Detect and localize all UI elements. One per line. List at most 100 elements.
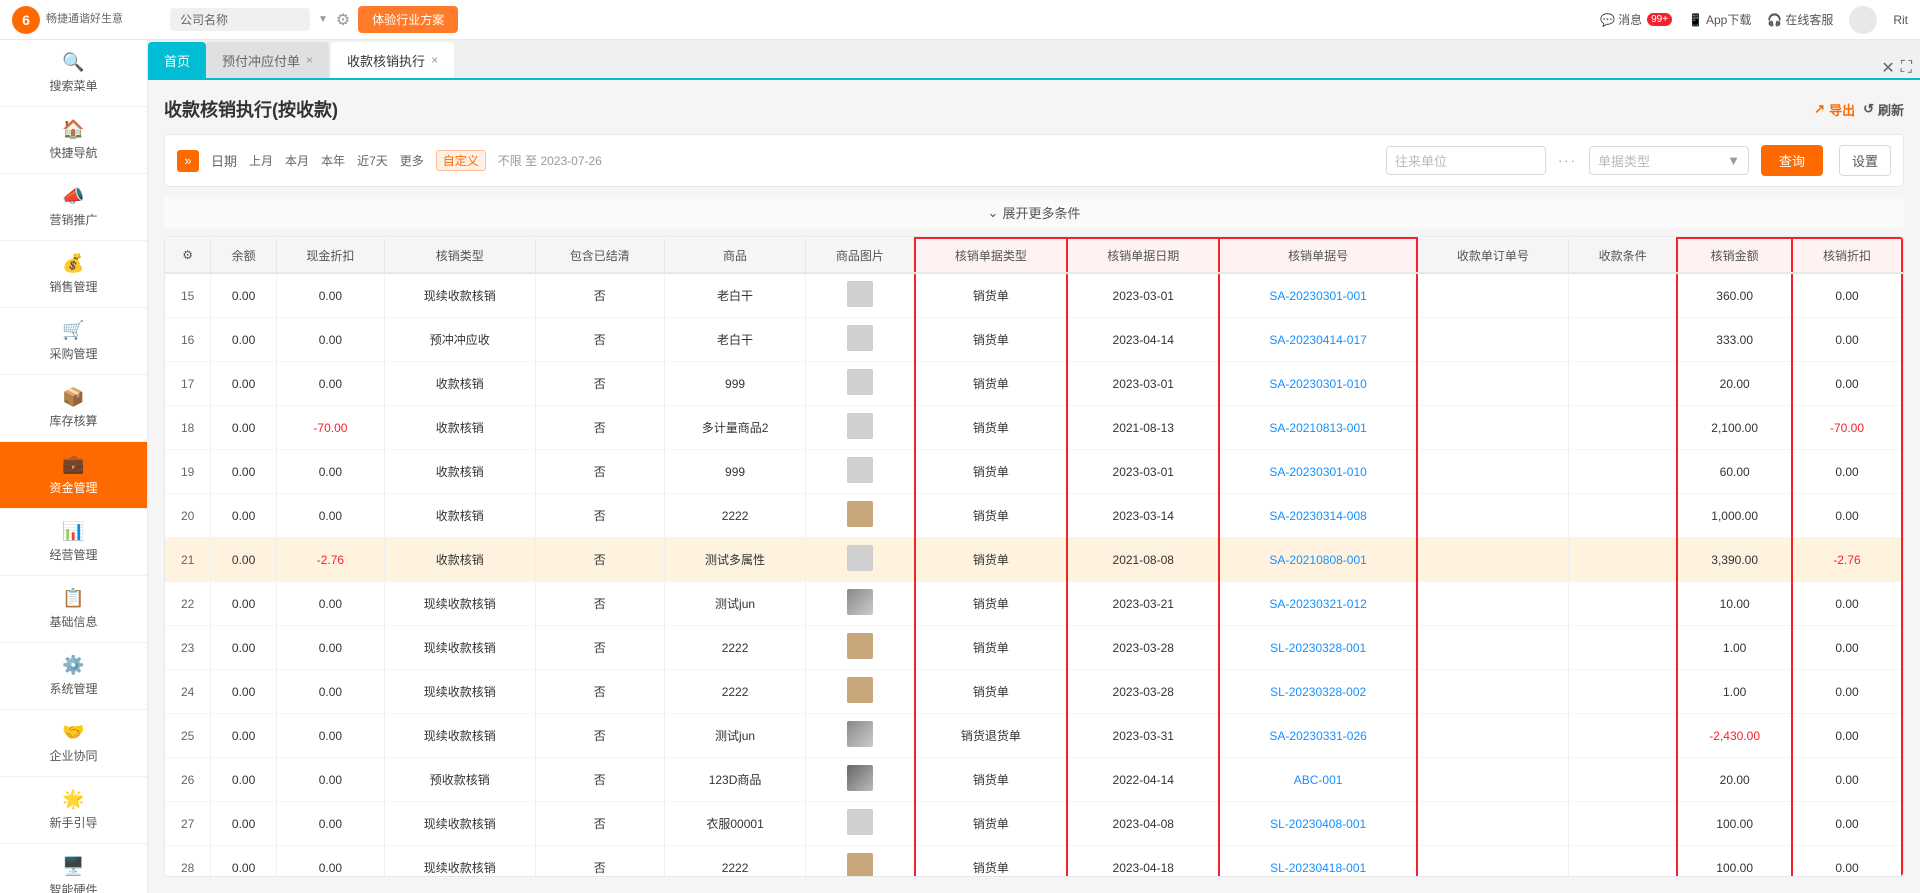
row-balance: 0.00	[211, 846, 277, 878]
row-bill-no[interactable]: SA-20230301-010	[1219, 450, 1416, 494]
sidebar-item-corp[interactable]: 🤝 企业协同	[0, 710, 147, 777]
settings-button[interactable]: 设置	[1839, 145, 1891, 176]
this-year-filter[interactable]: 本年	[321, 152, 345, 169]
row-receipt-order	[1417, 714, 1569, 758]
online-service-button[interactable]: 🎧 在线客服	[1767, 11, 1833, 28]
row-cash-discount: 0.00	[276, 670, 384, 714]
row-cash-discount: -2.76	[276, 538, 384, 582]
avatar[interactable]	[1849, 6, 1877, 34]
row-writeoff-discount: 0.00	[1792, 582, 1902, 626]
row-receipt-cond	[1568, 758, 1677, 802]
row-goods-img	[806, 450, 915, 494]
custom-date-filter[interactable]: 自定义	[436, 150, 486, 171]
row-bill-no[interactable]: SA-20230321-012	[1219, 582, 1416, 626]
sidebar-item-finance[interactable]: 💼 资金管理	[0, 442, 147, 509]
sidebar-item-basic[interactable]: 📋 基础信息	[0, 576, 147, 643]
more-date-filter[interactable]: 更多	[400, 152, 424, 169]
row-bill-no[interactable]: SA-20210813-001	[1219, 406, 1416, 450]
partner-filter-input[interactable]: 往来单位	[1386, 146, 1546, 175]
sidebar-item-label: 基础信息	[49, 613, 97, 630]
export-button[interactable]: ↗ 导出	[1814, 100, 1855, 119]
hardware-icon: 🖥️	[62, 856, 84, 877]
last-month-filter[interactable]: 上月	[249, 152, 273, 169]
sidebar-item-quicknav[interactable]: 🏠 快捷导航	[0, 107, 147, 174]
row-writeoff-amount: 20.00	[1677, 758, 1792, 802]
tab-prepay-close-icon[interactable]: ×	[306, 53, 313, 67]
tab-close-window-icon[interactable]: ✕	[1881, 58, 1894, 78]
row-bill-no[interactable]: SA-20210808-001	[1219, 538, 1416, 582]
row-goods: 2222	[664, 670, 805, 714]
app-download-button[interactable]: 📱 App下载	[1688, 11, 1751, 28]
row-goods: 2222	[664, 846, 805, 878]
row-bill-no[interactable]: ABC-001	[1219, 758, 1416, 802]
trial-button[interactable]: 体验行业方案	[358, 6, 458, 33]
row-receipt-order	[1417, 670, 1569, 714]
tab-collection-close-icon[interactable]: ×	[431, 53, 438, 67]
query-button[interactable]: 查询	[1761, 145, 1823, 176]
sidebar-item-search[interactable]: 🔍 搜索菜单	[0, 40, 147, 107]
sidebar-item-hardware[interactable]: 🖥️ 智能硬件	[0, 844, 147, 893]
sidebar-item-sales[interactable]: 💰 销售管理	[0, 241, 147, 308]
row-writeoff-discount: 0.00	[1792, 494, 1902, 538]
table-row: 270.000.00现续收款核销否衣服00001销货单2023-04-08SL-…	[165, 802, 1902, 846]
row-bill-no[interactable]: SA-20230301-001	[1219, 273, 1416, 318]
row-bill-no[interactable]: SL-20230408-001	[1219, 802, 1416, 846]
row-writeoff-amount: 100.00	[1677, 846, 1792, 878]
search-menu-icon: 🔍	[62, 52, 84, 73]
sidebar-item-operation[interactable]: 📊 经营管理	[0, 509, 147, 576]
row-goods: 123D商品	[664, 758, 805, 802]
sidebar-item-purchase[interactable]: 🛒 采购管理	[0, 308, 147, 375]
row-bill-no[interactable]: SL-20230328-002	[1219, 670, 1416, 714]
col-receipt-cond-header: 收款条件	[1568, 238, 1677, 273]
row-writeoff-amount: 20.00	[1677, 362, 1792, 406]
row-receipt-cond	[1568, 670, 1677, 714]
row-receipt-order	[1417, 846, 1569, 878]
row-bill-no[interactable]: SL-20230328-001	[1219, 626, 1416, 670]
tab-maximize-icon[interactable]: ⛶	[1901, 59, 1912, 77]
row-receipt-cond	[1568, 714, 1677, 758]
filter-expand-arrow-button[interactable]: »	[177, 150, 199, 172]
filter-row: » 日期 上月 本月 本年 近7天 更多 自定义 不限 至 2023-07-26…	[177, 145, 1891, 176]
sidebar-item-marketing[interactable]: 📣 营销推广	[0, 174, 147, 241]
last7-filter[interactable]: 近7天	[357, 152, 388, 169]
row-bill-type: 销货单	[915, 626, 1067, 670]
row-bill-no[interactable]: SL-20230418-001	[1219, 846, 1416, 878]
service-label: 在线客服	[1785, 11, 1833, 28]
settings-icon[interactable]: ⚙	[336, 10, 350, 30]
sidebar-item-label: 新手引导	[49, 814, 97, 831]
row-writeoff-discount: 0.00	[1792, 714, 1902, 758]
row-bill-no[interactable]: SA-20230301-010	[1219, 362, 1416, 406]
company-chevron-icon[interactable]: ▼	[318, 14, 328, 25]
row-goods-img	[806, 273, 915, 318]
sidebar-item-guide[interactable]: 🌟 新手引导	[0, 777, 147, 844]
row-goods: 999	[664, 450, 805, 494]
row-num: 18	[165, 406, 211, 450]
messages-button[interactable]: 💬 消息 99+	[1600, 11, 1672, 28]
sidebar-item-label: 搜索菜单	[49, 77, 97, 94]
tab-home[interactable]: 首页	[148, 42, 206, 78]
col-settings-header[interactable]: ⚙	[165, 238, 211, 273]
row-writeoff-discount: 0.00	[1792, 670, 1902, 714]
tab-prepay[interactable]: 预付冲应付单 ×	[206, 42, 329, 78]
sidebar-item-system[interactable]: ⚙️ 系统管理	[0, 643, 147, 710]
table-row: 220.000.00现续收款核销否测试jun销货单2023-03-21SA-20…	[165, 582, 1902, 626]
row-bill-type: 销货退货单	[915, 714, 1067, 758]
company-selector[interactable]: 公司名称	[170, 8, 310, 31]
refresh-button[interactable]: ↺ 刷新	[1863, 100, 1904, 119]
expand-conditions-bar[interactable]: ⌄ 展开更多条件	[164, 197, 1904, 228]
row-bill-no[interactable]: SA-20230314-008	[1219, 494, 1416, 538]
tab-collection[interactable]: 收款核销执行 ×	[331, 42, 454, 78]
sidebar-item-inventory[interactable]: 📦 库存核算	[0, 375, 147, 442]
marketing-icon: 📣	[62, 186, 84, 207]
bill-type-filter-select[interactable]: 单据类型 ▼	[1589, 146, 1749, 175]
col-goods-img-header: 商品图片	[806, 238, 915, 273]
row-include-settled: 否	[535, 406, 664, 450]
this-month-filter[interactable]: 本月	[285, 152, 309, 169]
row-bill-no[interactable]: SA-20230414-017	[1219, 318, 1416, 362]
row-cash-discount: 0.00	[276, 362, 384, 406]
row-writeoff-type: 现续收款核销	[384, 582, 535, 626]
top-bar-right: 💬 消息 99+ 📱 App下载 🎧 在线客服 Rit	[1600, 6, 1908, 34]
row-bill-no[interactable]: SA-20230331-026	[1219, 714, 1416, 758]
row-writeoff-type: 收款核销	[384, 362, 535, 406]
sidebar-item-label: 企业协同	[49, 747, 97, 764]
